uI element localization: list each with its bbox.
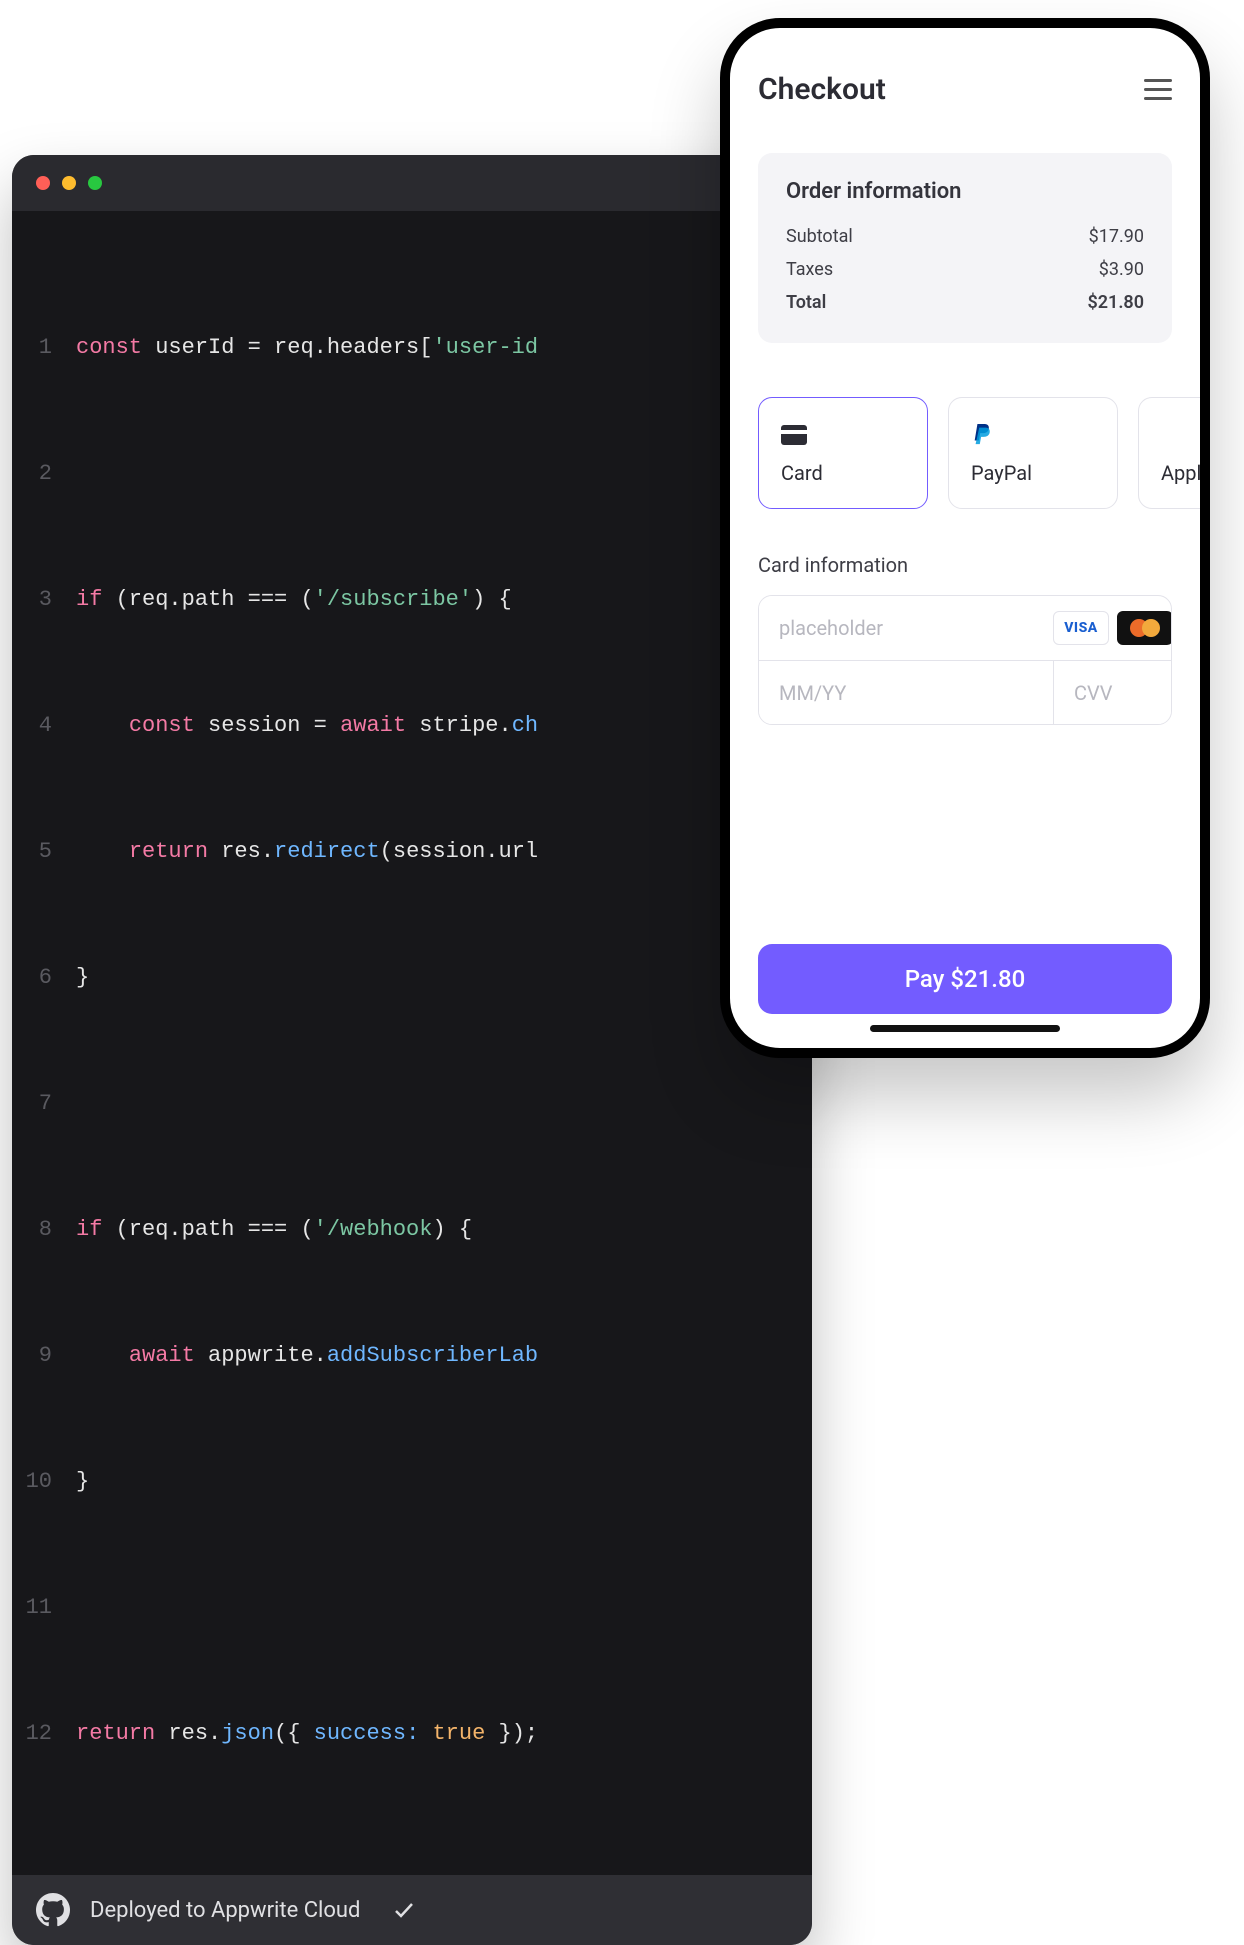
phone-mockup: Checkout Order information Subtotal $17.… <box>720 18 1210 1058</box>
payment-method-apple[interactable]: Apple <box>1138 397 1210 509</box>
line-number: 12 <box>12 1713 76 1755</box>
page-title: Checkout <box>758 72 886 107</box>
payment-method-paypal[interactable]: PayPal <box>948 397 1118 509</box>
taxes-label: Taxes <box>786 259 833 280</box>
payment-method-label: Card <box>781 461 927 485</box>
code-line: if (req.path === ('/subscribe') { <box>76 579 512 621</box>
line-number: 2 <box>12 453 76 495</box>
line-number: 5 <box>12 831 76 873</box>
close-window-icon[interactable] <box>36 176 50 190</box>
payment-method-card[interactable]: Card <box>758 397 928 509</box>
order-summary-card: Order information Subtotal $17.90 Taxes … <box>758 153 1172 343</box>
card-cvv-input[interactable] <box>1054 661 1172 724</box>
minimize-window-icon[interactable] <box>62 176 76 190</box>
line-number: 8 <box>12 1209 76 1251</box>
mastercard-icon <box>1117 611 1172 645</box>
apple-icon <box>1161 421 1210 449</box>
payment-method-label: Apple <box>1161 461 1210 485</box>
card-input-group: VISA <box>758 595 1172 725</box>
line-number: 11 <box>12 1587 76 1629</box>
line-number: 7 <box>12 1083 76 1125</box>
code-editor-body: 1const userId = req.headers['user-id 2 3… <box>12 211 812 1875</box>
code-line: await appwrite.addSubscriberLab <box>76 1335 538 1377</box>
code-line: } <box>76 957 89 999</box>
payment-method-label: PayPal <box>971 461 1117 485</box>
total-label: Total <box>786 292 826 313</box>
editor-titlebar <box>12 155 812 211</box>
taxes-value: $3.90 <box>1099 259 1144 280</box>
line-number: 6 <box>12 957 76 999</box>
paypal-icon <box>971 421 1117 449</box>
card-brand-badges: VISA <box>1053 611 1172 645</box>
line-number: 9 <box>12 1335 76 1377</box>
subtotal-value: $17.90 <box>1089 226 1144 247</box>
editor-footer: Deployed to Appwrite Cloud <box>12 1875 812 1945</box>
card-expiry-input[interactable] <box>759 661 1053 724</box>
total-value: $21.80 <box>1087 292 1144 313</box>
maximize-window-icon[interactable] <box>88 176 102 190</box>
line-number: 10 <box>12 1461 76 1503</box>
visa-icon: VISA <box>1053 611 1109 645</box>
code-line: } <box>76 1461 89 1503</box>
code-line: return res.redirect(session.url <box>76 831 538 873</box>
github-icon <box>36 1893 70 1927</box>
payment-methods: Card PayPal Apple <box>758 397 1172 509</box>
code-line: const session = await stripe.ch <box>76 705 538 747</box>
pay-button[interactable]: Pay $21.80 <box>758 944 1172 1014</box>
line-number: 1 <box>12 327 76 369</box>
code-editor-window: 1const userId = req.headers['user-id 2 3… <box>12 155 812 1945</box>
order-row-total: Total $21.80 <box>786 292 1144 313</box>
order-row-taxes: Taxes $3.90 <box>786 259 1144 280</box>
menu-icon[interactable] <box>1144 79 1172 100</box>
subtotal-label: Subtotal <box>786 226 853 247</box>
card-info-heading: Card information <box>758 553 1172 577</box>
order-summary-heading: Order information <box>786 179 1144 204</box>
card-icon <box>781 421 927 449</box>
home-indicator[interactable] <box>870 1025 1060 1032</box>
line-number: 4 <box>12 705 76 747</box>
card-number-input[interactable] <box>759 596 1053 660</box>
order-row-subtotal: Subtotal $17.90 <box>786 226 1144 247</box>
code-line: return res.json({ success: true }); <box>76 1713 538 1755</box>
code-line: const userId = req.headers['user-id <box>76 327 538 369</box>
code-line: if (req.path === ('/webhook) { <box>76 1209 472 1251</box>
line-number: 3 <box>12 579 76 621</box>
deploy-status-text: Deployed to Appwrite Cloud <box>90 1898 360 1923</box>
check-icon <box>392 1898 416 1922</box>
